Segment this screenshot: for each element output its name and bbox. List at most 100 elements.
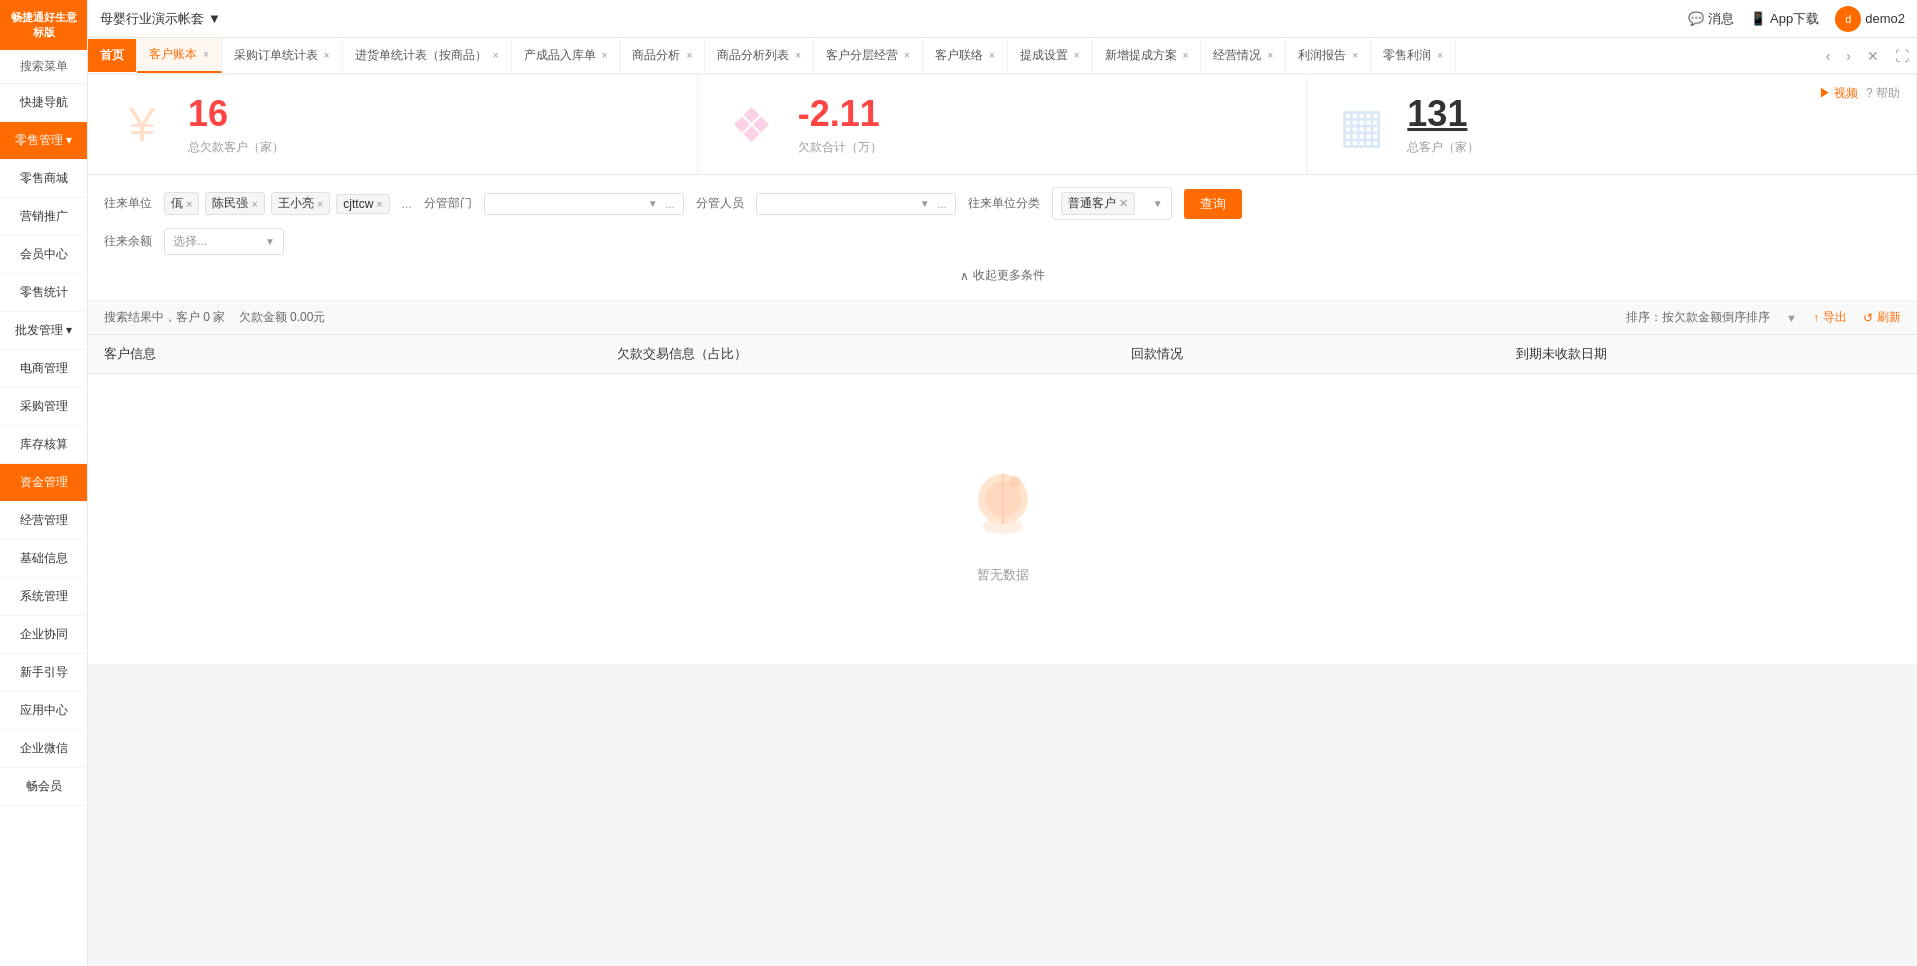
quick-nav-item[interactable]: 快捷导航 [0,84,87,122]
tab-3[interactable]: 进货单统计表（按商品）× [343,39,512,72]
sort-arrow[interactable]: ▼ [1786,312,1797,324]
tab-next-btn[interactable]: › [1838,42,1859,70]
help-link[interactable]: ? 帮助 [1866,85,1900,102]
tab-close-3[interactable]: × [493,50,499,61]
tab-9[interactable]: 提成设置× [1008,39,1093,72]
company-selector[interactable]: 母婴行业演示帐套 ▼ [100,10,221,28]
tab-13[interactable]: 零售利润× [1371,39,1456,72]
tab-7[interactable]: 客户分层经营× [814,39,923,72]
sidebar-item-0[interactable]: 零售管理 ▾ [0,122,87,160]
tab-0[interactable]: 首页 [88,39,137,72]
unit-tag-remove-2[interactable]: × [317,198,323,210]
tab-12[interactable]: 利润报告× [1286,39,1371,72]
unit-label: 往来单位 [104,195,152,212]
unit-tag-remove-1[interactable]: × [251,198,257,210]
username: demo2 [1865,11,1905,26]
stat-icon-diamond: ❖ [722,95,782,155]
sidebar-item-16[interactable]: 企业微信 [0,730,87,768]
refresh-btn[interactable]: ↺ 刷新 [1863,309,1901,326]
message-icon: 💬 [1688,11,1704,26]
dept-dots: ... [666,198,675,210]
empty-icon [953,454,1053,554]
stat-value-customers: 16 [188,93,284,135]
table-header-2: 回款情况 [1131,345,1516,363]
user-profile[interactable]: d demo2 [1835,6,1905,32]
tab-11[interactable]: 经营情况× [1201,39,1286,72]
tab-8[interactable]: 客户联络× [923,39,1008,72]
stat-icon-building: ▦ [1331,95,1391,155]
tab-close-10[interactable]: × [1183,50,1189,61]
tab-close-5[interactable]: × [686,50,692,61]
sidebar-nav: 零售管理 ▾零售商城营销推广会员中心零售统计批发管理 ▾电商管理采购管理库存核算… [0,122,87,806]
tab-close-13[interactable]: × [1437,50,1443,61]
results-info: 搜索结果中，客户 0 家 欠款金额 0.00元 [104,309,325,326]
results-actions: 排序：按欠款金额倒序排序 ▼ ↑ 导出 ↺ 刷新 [1626,309,1901,326]
tab-close-4[interactable]: × [602,50,608,61]
sidebar-item-13[interactable]: 企业协同 [0,616,87,654]
balance-select[interactable]: 选择... ▼ [164,228,284,255]
sidebar-item-7[interactable]: 采购管理 [0,388,87,426]
export-btn[interactable]: ↑ 导出 [1813,309,1847,326]
sidebar-item-5[interactable]: 批发管理 ▾ [0,312,87,350]
sidebar-item-10[interactable]: 经营管理 [0,502,87,540]
sidebar-item-4[interactable]: 零售统计 [0,274,87,312]
content-area: ¥ 16 总欠款客户（家） ❖ -2.11 欠款合计（万） ▶ 视频 [88,75,1917,966]
collapse-arrow: ∧ [960,269,969,283]
unit-type-select[interactable]: 普通客户 ✕ ▼ [1052,187,1172,220]
tab-close-9[interactable]: × [1074,50,1080,61]
sidebar-item-8[interactable]: 库存核算 [0,426,87,464]
tab-close-2[interactable]: × [324,50,330,61]
tab-close-6[interactable]: × [795,50,801,61]
unit-type-value: 普通客户 [1068,195,1116,212]
sidebar-item-1[interactable]: 零售商城 [0,160,87,198]
stat-total-customers: ▶ 视频 ? 帮助 ▦ 131 总客户（家） [1307,75,1917,174]
person-select[interactable]: ▼ ... [756,193,956,215]
tab-close-1[interactable]: × [203,49,209,60]
empty-text: 暂无数据 [977,566,1029,584]
unit-tag-label-2: 王小亮 [278,195,314,212]
tab-2[interactable]: 采购订单统计表× [222,39,343,72]
sidebar-item-14[interactable]: 新手引导 [0,654,87,692]
tab-close-12[interactable]: × [1352,50,1358,61]
table-header-0: 客户信息 [104,345,617,363]
more-tags-btn[interactable]: ... [402,197,412,211]
logo-subtext: 标版 [33,25,55,40]
sidebar-item-17[interactable]: 畅会员 [0,768,87,806]
stat-debt-total: ❖ -2.11 欠款合计（万） [698,75,1308,174]
person-label: 分管人员 [696,195,744,212]
message-btn[interactable]: 💬 消息 [1688,10,1734,28]
tab-close-8[interactable]: × [989,50,995,61]
tab-close-7[interactable]: × [904,50,910,61]
unit-tag-remove-0[interactable]: × [186,198,192,210]
stat-label-total: 总客户（家） [1407,139,1479,156]
video-link[interactable]: ▶ 视频 [1819,85,1858,102]
results-bar: 搜索结果中，客户 0 家 欠款金额 0.00元 排序：按欠款金额倒序排序 ▼ ↑… [88,301,1917,335]
app-download-btn[interactable]: 📱 App下载 [1750,10,1819,28]
sidebar-item-3[interactable]: 会员中心 [0,236,87,274]
sidebar-item-11[interactable]: 基础信息 [0,540,87,578]
app-logo: 畅捷通好生意 标版 [0,0,87,50]
tab-prev-btn[interactable]: ‹ [1818,42,1839,70]
tab-1[interactable]: 客户账本× [137,38,222,73]
sidebar-item-2[interactable]: 营销推广 [0,198,87,236]
search-menu-item[interactable]: 搜索菜单 [0,50,87,84]
tab-expand-btn[interactable]: ⛶ [1887,42,1917,70]
sidebar-item-15[interactable]: 应用中心 [0,692,87,730]
dept-label: 分管部门 [424,195,472,212]
sidebar-item-12[interactable]: 系统管理 [0,578,87,616]
dept-select[interactable]: ▼ ... [484,193,684,215]
tab-10[interactable]: 新增提成方案× [1093,39,1202,72]
sidebar-item-6[interactable]: 电商管理 [0,350,87,388]
tab-close-11[interactable]: × [1267,50,1273,61]
tab-5[interactable]: 商品分析× [620,39,705,72]
tab-close-all-btn[interactable]: ✕ [1859,42,1887,70]
stat-debt-customers: ¥ 16 总欠款客户（家） [88,75,698,174]
unit-type-remove[interactable]: ✕ [1119,197,1128,210]
sort-label: 排序：按欠款金额倒序排序 [1626,309,1770,326]
collapse-btn[interactable]: ∧ 收起更多条件 [952,263,1053,288]
tab-4[interactable]: 产成品入库单× [512,39,621,72]
sidebar-item-9[interactable]: 资金管理 [0,464,87,502]
unit-tag-remove-3[interactable]: × [376,198,382,210]
query-button[interactable]: 查询 [1184,189,1242,219]
tab-6[interactable]: 商品分析列表× [705,39,814,72]
